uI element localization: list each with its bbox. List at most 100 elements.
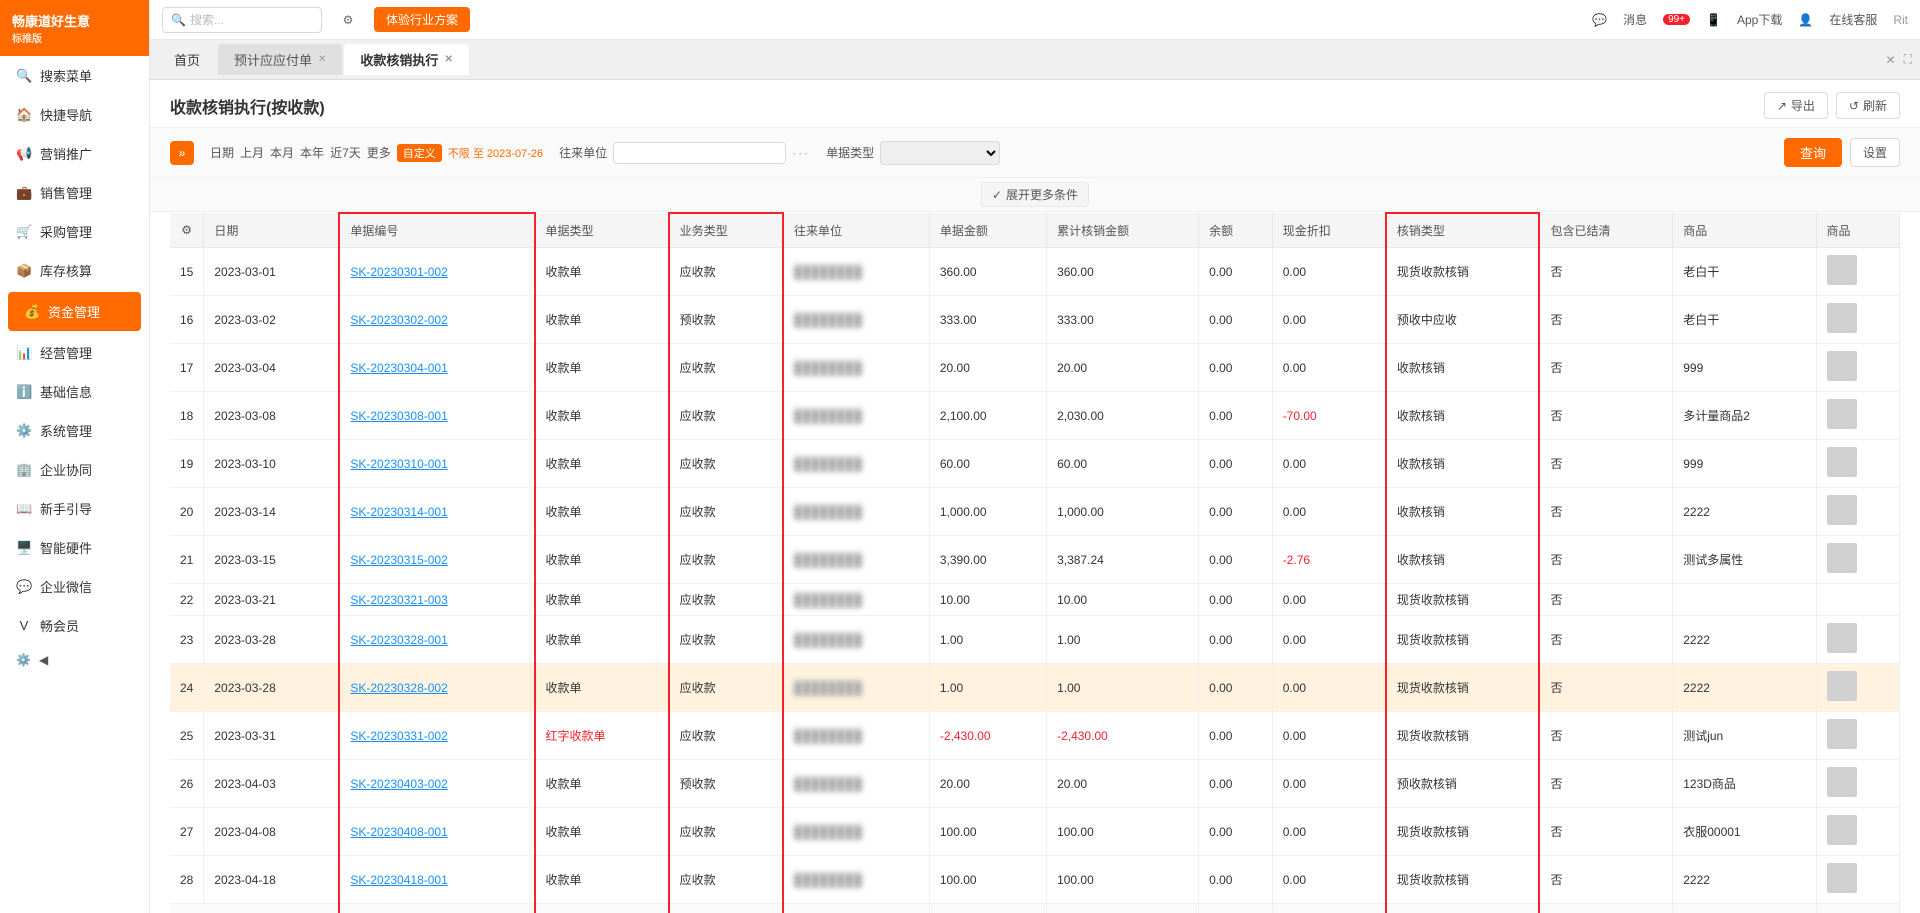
message-label[interactable]: 消息 <box>1623 11 1647 28</box>
footer-billno <box>339 904 534 913</box>
sidebar-item-search[interactable]: 🔍搜索菜单 <box>0 56 149 95</box>
gear-icon[interactable]: ⚙ <box>334 6 362 34</box>
topbar-search[interactable]: 🔍 搜索... <box>162 7 322 33</box>
col-amount-header[interactable]: 单据金额 <box>929 213 1046 248</box>
date-link-this-month[interactable]: 本月 <box>270 144 294 161</box>
table-row[interactable]: 242023-03-28SK-20230328-002收款单应收款███████… <box>170 664 1900 712</box>
content-area: 收款核销执行(按收款) ↗ 导出 ↺ 刷新 » 日期 上月 本月 <box>150 80 1920 913</box>
date-custom-tag[interactable]: 自定义 <box>397 144 442 162</box>
filter-bill-type-group: 单据类型 <box>826 141 1000 165</box>
col-settled-header[interactable]: 包含已结清 <box>1539 213 1672 248</box>
tab-expand-icon[interactable]: ⛶ <box>1904 52 1912 67</box>
row-billno[interactable]: SK-20230328-001 <box>339 616 534 664</box>
row-billno[interactable]: SK-20230302-002 <box>339 296 534 344</box>
table-row[interactable]: 222023-03-21SK-20230321-003收款单应收款███████… <box>170 584 1900 616</box>
bill-type-select[interactable] <box>880 141 1000 165</box>
col-balance-header[interactable]: 余额 <box>1199 213 1273 248</box>
sidebar-item-basic[interactable]: ℹ️基础信息 <box>0 372 149 411</box>
app-download-label[interactable]: App下载 <box>1737 11 1782 28</box>
setting-button[interactable]: 设置 <box>1850 138 1900 167</box>
table-row[interactable]: 212023-03-15SK-20230315-002收款单应收款███████… <box>170 536 1900 584</box>
tab-receipt[interactable]: 收款核销执行 ✕ <box>344 44 468 75</box>
row-billno[interactable]: SK-20230321-003 <box>339 584 534 616</box>
sidebar-settings[interactable]: ⚙️ ◀ <box>0 645 149 675</box>
table-row[interactable]: 202023-03-14SK-20230314-001收款单应收款███████… <box>170 488 1900 536</box>
row-billno[interactable]: SK-20230403-002 <box>339 760 534 808</box>
row-amount: 20.00 <box>929 344 1046 392</box>
sidebar-item-enterprise[interactable]: 🏢企业协同 <box>0 450 149 489</box>
table-row[interactable]: 262023-04-03SK-20230403-002收款单预收款███████… <box>170 760 1900 808</box>
col-billno-header[interactable]: 单据编号 <box>339 213 534 248</box>
tab-receipt-close[interactable]: ✕ <box>444 54 452 65</box>
row-billno[interactable]: SK-20230308-001 <box>339 392 534 440</box>
table-row[interactable]: 192023-03-10SK-20230310-001收款单应收款███████… <box>170 440 1900 488</box>
sidebar-item-shortcut[interactable]: 🏠快捷导航 <box>0 95 149 134</box>
sidebar-item-guide[interactable]: 📖新手引导 <box>0 489 149 528</box>
query-button[interactable]: 查询 <box>1784 138 1842 167</box>
sidebar-item-member[interactable]: V畅会员 <box>0 606 149 645</box>
sidebar-item-purchase[interactable]: 🛒采购管理 <box>0 212 149 251</box>
col-product-header[interactable]: 商品 <box>1673 213 1816 248</box>
date-link-this-year[interactable]: 本年 <box>300 144 324 161</box>
row-billno[interactable]: SK-20230328-002 <box>339 664 534 712</box>
table-row[interactable]: 232023-03-28SK-20230328-001收款单应收款███████… <box>170 616 1900 664</box>
row-billno[interactable]: SK-20230315-002 <box>339 536 534 584</box>
sidebar-item-wechat[interactable]: 💬企业微信 <box>0 567 149 606</box>
table-row[interactable]: 172023-03-04SK-20230304-001收款单应收款███████… <box>170 344 1900 392</box>
sidebar-item-marketing[interactable]: 📢营销推广 <box>0 134 149 173</box>
col-cumulative-header[interactable]: 累计核销金额 <box>1047 213 1199 248</box>
tab-home-label: 首页 <box>174 50 200 69</box>
row-billno[interactable]: SK-20230310-001 <box>339 440 534 488</box>
row-balance: 0.00 <box>1199 856 1273 904</box>
col-date-header[interactable]: 日期 <box>204 213 339 248</box>
tab-home[interactable]: 首页 <box>158 44 216 75</box>
row-billno[interactable]: SK-20230418-001 <box>339 856 534 904</box>
collapse-icon[interactable]: ◀ <box>39 653 48 667</box>
col-biztype-header[interactable]: 业务类型 <box>669 213 783 248</box>
tab-close-all-icon[interactable]: ✕ <box>1886 53 1896 67</box>
table-row[interactable]: 182023-03-08SK-20230308-001收款单应收款███████… <box>170 392 1900 440</box>
table-row[interactable]: 252023-03-31SK-20230331-002红字收款单应收款█████… <box>170 712 1900 760</box>
table-row[interactable]: 282023-04-18SK-20230418-001收款单应收款███████… <box>170 856 1900 904</box>
online-service-label[interactable]: 在线客服 <box>1829 11 1877 28</box>
row-product: 999 <box>1673 440 1816 488</box>
row-billno[interactable]: SK-20230314-001 <box>339 488 534 536</box>
col-canceltype-header[interactable]: 核销类型 <box>1386 213 1540 248</box>
refresh-button[interactable]: ↺ 刷新 <box>1836 92 1900 119</box>
row-canceltype: 收款核销 <box>1386 488 1540 536</box>
sidebar-item-operation[interactable]: 📊经营管理 <box>0 333 149 372</box>
export-button[interactable]: ↗ 导出 <box>1764 92 1828 119</box>
table-row[interactable]: 162023-03-02SK-20230302-002收款单预收款███████… <box>170 296 1900 344</box>
date-link-more[interactable]: 更多 <box>367 144 391 161</box>
col-cash-header[interactable]: 现金折扣 <box>1272 213 1386 248</box>
row-billno[interactable]: SK-20230408-001 <box>339 808 534 856</box>
col-product-img-header[interactable]: 商品 <box>1816 213 1899 248</box>
sidebar-item-finance[interactable]: 💰资金管理 <box>8 292 141 331</box>
tab-prepay[interactable]: 预计应应付单 ✕ <box>218 44 342 75</box>
sidebar-item-sales[interactable]: 💼销售管理 <box>0 173 149 212</box>
filter-expand-button[interactable]: » <box>170 141 194 165</box>
col-partner-header[interactable]: 往来单位 <box>783 213 929 248</box>
sidebar-item-system[interactable]: ⚙️系统管理 <box>0 411 149 450</box>
sidebar-item-hardware[interactable]: 🖥️智能硬件 <box>0 528 149 567</box>
sidebar-label-sales: 销售管理 <box>40 183 92 202</box>
row-billno[interactable]: SK-20230331-002 <box>339 712 534 760</box>
date-link-last-month[interactable]: 上月 <box>240 144 264 161</box>
topbar: 🔍 搜索... ⚙ 体验行业方案 💬 消息 99+ 📱 App下载 👤 在线客服… <box>150 0 1920 40</box>
partner-input[interactable] <box>613 142 786 164</box>
date-link-7days[interactable]: 近7天 <box>330 144 361 161</box>
tab-prepay-close[interactable]: ✕ <box>318 54 326 65</box>
row-billno[interactable]: SK-20230301-002 <box>339 248 534 296</box>
expand-more-button[interactable]: ✓ 展开更多条件 <box>981 182 1089 207</box>
row-billno[interactable]: SK-20230304-001 <box>339 344 534 392</box>
partner-dots[interactable]: ··· <box>792 146 810 160</box>
sidebar-item-inventory[interactable]: 📦库存核算 <box>0 251 149 290</box>
solution-button[interactable]: 体验行业方案 <box>374 7 470 32</box>
table-row[interactable]: 272023-04-08SK-20230408-001收款单应收款███████… <box>170 808 1900 856</box>
row-cash: -2.76 <box>1272 536 1386 584</box>
row-product <box>1673 584 1816 616</box>
table-row[interactable]: 152023-03-01SK-20230301-002收款单应收款███████… <box>170 248 1900 296</box>
col-gear-header[interactable]: ⚙ <box>170 213 204 248</box>
table-container[interactable]: ⚙ 日期 单据编号 单据类型 业务类型 往来单位 单据金额 累计核销金额 余额 … <box>150 212 1920 913</box>
col-billtype-header[interactable]: 单据类型 <box>535 213 669 248</box>
